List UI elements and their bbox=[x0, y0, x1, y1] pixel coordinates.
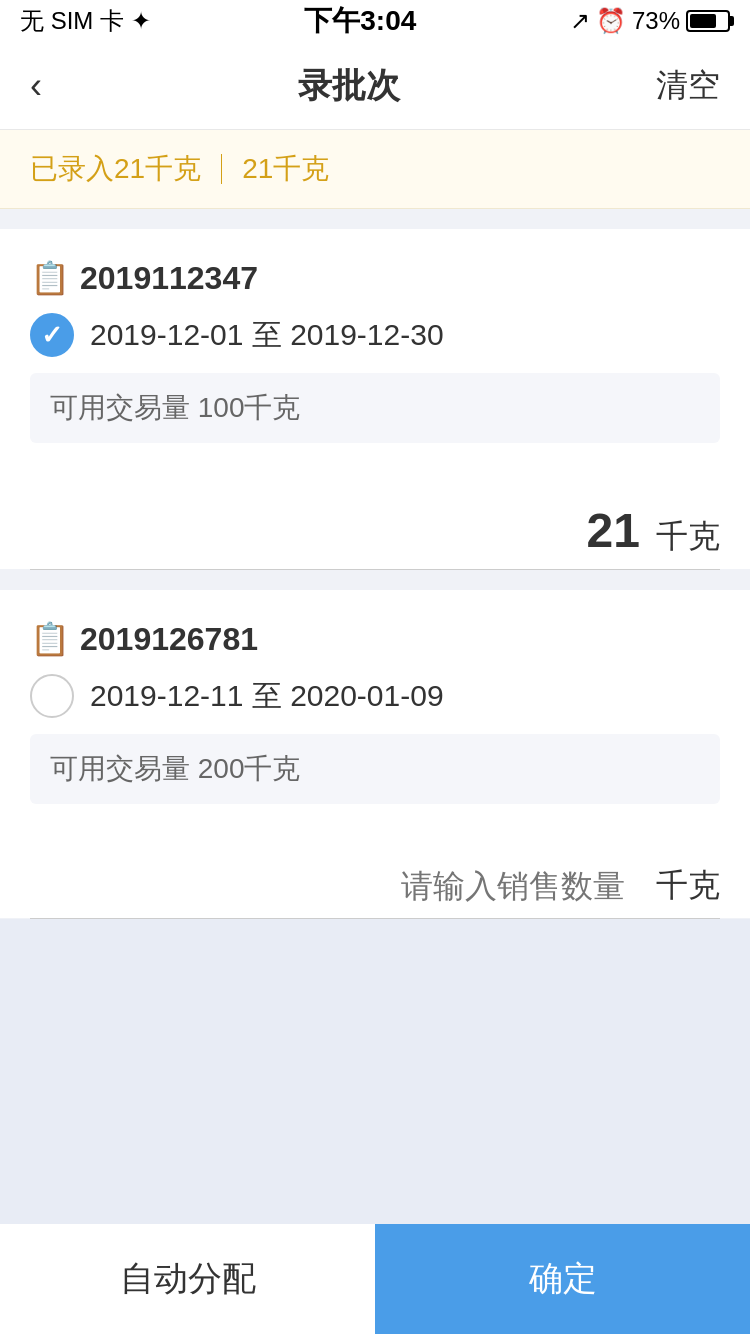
clear-button[interactable]: 清空 bbox=[656, 64, 720, 108]
recorded-qty-value: 21千克 bbox=[242, 150, 329, 188]
status-right: ↗ ⏰ 73% bbox=[570, 7, 730, 35]
battery-icon bbox=[686, 10, 730, 32]
doc-icon-1: 📋 bbox=[30, 259, 70, 297]
batch2-date: 2019-12-11 至 2020-01-09 bbox=[90, 676, 444, 717]
recorded-qty-label: 已录入21千克 bbox=[30, 150, 201, 188]
batch2-radio[interactable] bbox=[30, 674, 74, 718]
batch2-unit: 千克 bbox=[656, 864, 720, 908]
batch2-header: 📋 2019126781 bbox=[30, 620, 720, 658]
back-button[interactable]: ‹ bbox=[30, 65, 42, 107]
info-divider bbox=[221, 154, 222, 184]
status-left: 无 SIM 卡 ✦ bbox=[20, 5, 151, 37]
batch2-card: 📋 2019126781 2019-12-11 至 2020-01-09 可用交… bbox=[0, 590, 750, 844]
batch1-amount-row: 21 千克 bbox=[0, 483, 750, 569]
batch1-id: 2019112347 bbox=[80, 260, 258, 297]
battery-percent: 73% bbox=[632, 7, 680, 35]
batch2-date-row: 2019-12-11 至 2020-01-09 bbox=[30, 674, 720, 718]
batch1-amount-value: 21 bbox=[587, 503, 640, 558]
batch1-qty: 可用交易量 100千克 bbox=[30, 373, 720, 443]
alarm-icon: ⏰ bbox=[596, 7, 626, 35]
batch2-qty: 可用交易量 200千克 bbox=[30, 734, 720, 804]
batch2-id: 2019126781 bbox=[80, 621, 258, 658]
batch2-input-row: 千克 bbox=[0, 844, 750, 918]
batch1-card: 📋 2019112347 2019-12-01 至 2019-12-30 可用交… bbox=[0, 229, 750, 483]
page-title: 录批次 bbox=[298, 63, 400, 109]
batch1-date-row: 2019-12-01 至 2019-12-30 bbox=[30, 313, 720, 357]
status-bar: 无 SIM 卡 ✦ 下午3:04 ↗ ⏰ 73% bbox=[0, 0, 750, 42]
confirm-button[interactable]: 确定 bbox=[375, 1224, 750, 1334]
location-icon: ↗ bbox=[570, 7, 590, 35]
info-bar: 已录入21千克 21千克 bbox=[0, 130, 750, 209]
doc-icon-2: 📋 bbox=[30, 620, 70, 658]
qty-input[interactable] bbox=[240, 868, 640, 905]
batch1-header: 📋 2019112347 bbox=[30, 259, 720, 297]
batch1-divider bbox=[30, 569, 720, 570]
batch1-date: 2019-12-01 至 2019-12-30 bbox=[90, 315, 444, 356]
sim-label: 无 SIM 卡 ✦ bbox=[20, 5, 151, 37]
batch1-amount-unit: 千克 bbox=[656, 515, 720, 559]
bottom-bar: 自动分配 确定 bbox=[0, 1224, 750, 1334]
batch1-radio[interactable] bbox=[30, 313, 74, 357]
nav-bar: ‹ 录批次 清空 bbox=[0, 42, 750, 130]
status-time: 下午3:04 bbox=[304, 2, 416, 40]
auto-assign-button[interactable]: 自动分配 bbox=[0, 1224, 375, 1334]
